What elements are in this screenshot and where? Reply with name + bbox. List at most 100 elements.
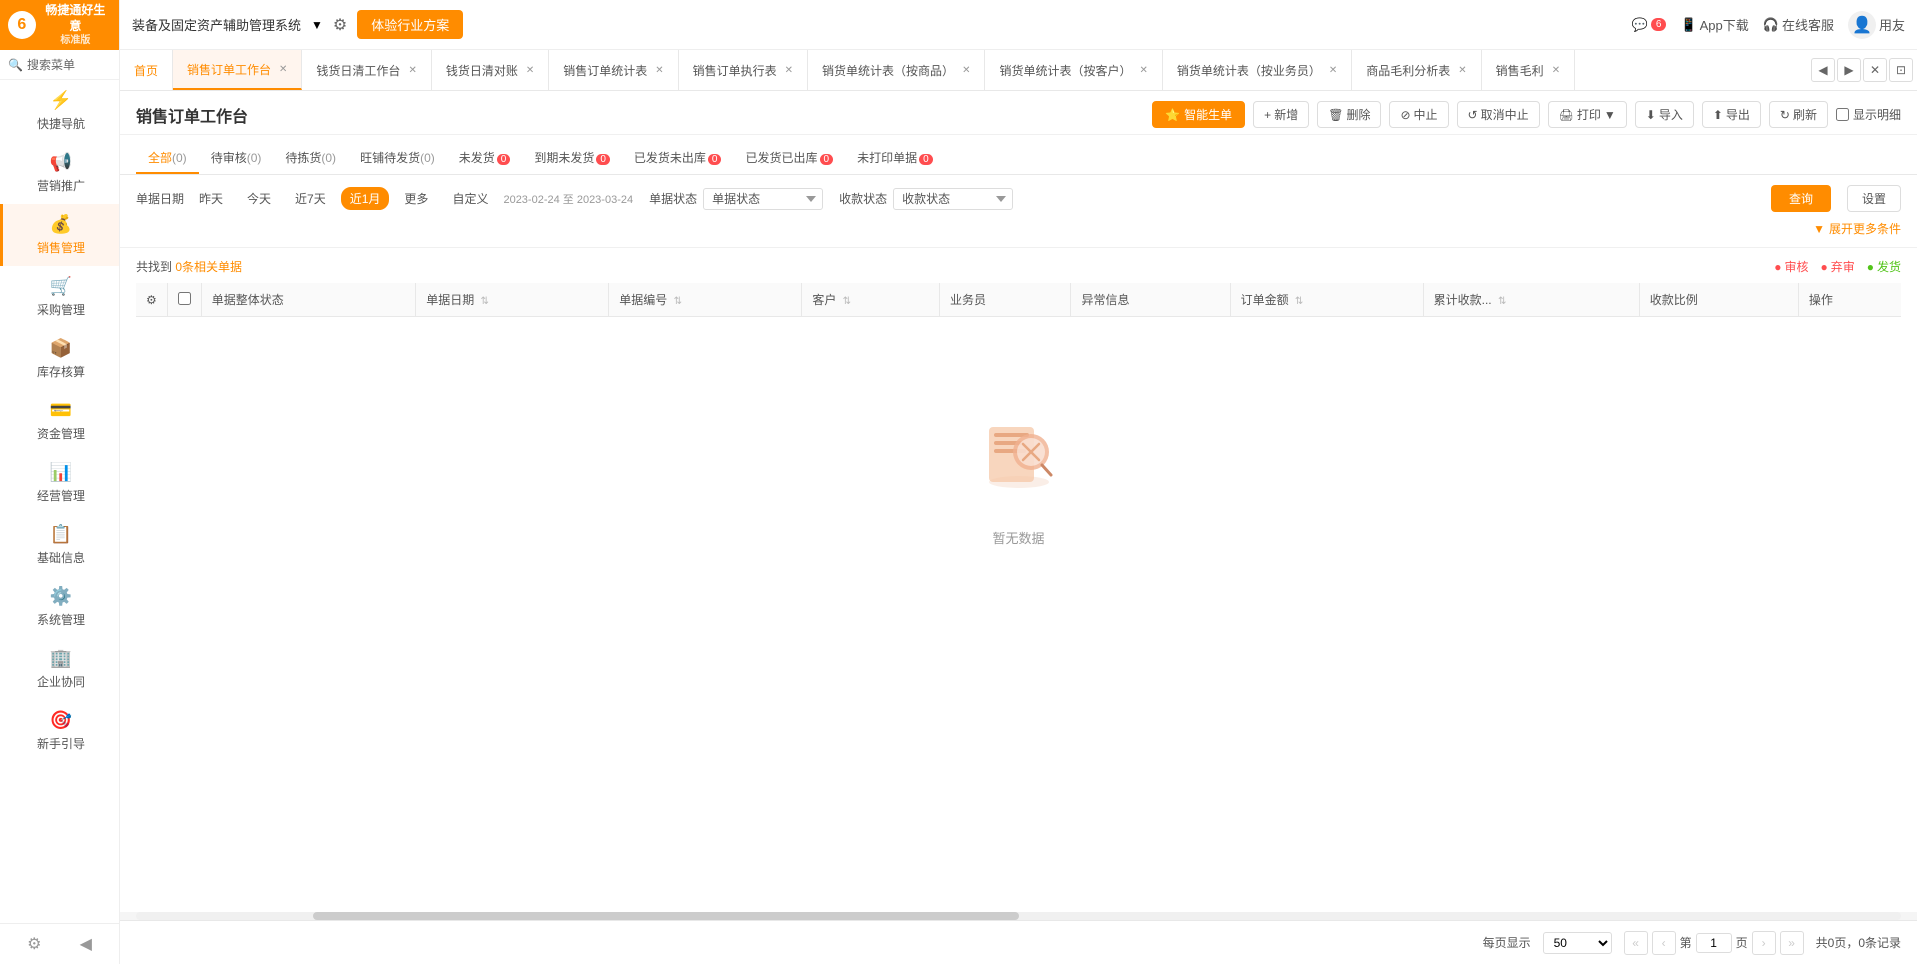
sidebar-item-marketing[interactable]: 📢 营销推广 [0, 142, 119, 204]
cancel-stop-btn[interactable]: ↺ 取消中止 [1457, 101, 1540, 128]
tab-prev-btn[interactable]: ◀ [1811, 58, 1835, 82]
export-btn[interactable]: ⬆ 导出 [1702, 101, 1761, 128]
collapse-icon[interactable]: ◀ [80, 934, 92, 954]
tab-close-icon[interactable]: ✕ [1552, 65, 1560, 76]
sort-collected-icon: ⇅ [1498, 296, 1506, 307]
date-btn-custom[interactable]: 自定义 [443, 187, 497, 210]
sidebar-item-purchase[interactable]: 🛒 采购管理 [0, 266, 119, 328]
col-customer[interactable]: 客户 ⇅ [802, 283, 940, 317]
tab-maximize-btn[interactable]: ⊡ [1889, 58, 1913, 82]
smart-generate-btn[interactable]: ⭐ 智能生单 [1152, 101, 1245, 128]
delete-btn[interactable]: 🗑 删除 [1317, 101, 1381, 128]
tab-sales-stat-staff[interactable]: 销货单统计表（按业务员） ✕ [1163, 50, 1352, 90]
sub-tab-pending-review[interactable]: 待审核(0) [199, 143, 274, 174]
date-btn-this-month[interactable]: 近1月 [341, 187, 390, 210]
industry-btn[interactable]: 体验行业方案 [357, 10, 463, 39]
settings-bottom-icon[interactable]: ⚙ [27, 934, 41, 954]
sub-tab-unshipped[interactable]: 未发货0 [447, 143, 523, 174]
page-input[interactable] [1696, 933, 1732, 953]
prev-page-btn[interactable]: ‹ [1652, 931, 1676, 955]
scrollbar-thumb[interactable] [313, 912, 1019, 920]
tab-sales-exec[interactable]: 销售订单执行表 ✕ [679, 50, 808, 90]
sub-tab-unprinted[interactable]: 未打印单据0 [845, 143, 945, 174]
sidebar-item-finance[interactable]: 💳 资金管理 [0, 390, 119, 452]
payment-select[interactable]: 收款状态 [893, 188, 1013, 210]
date-btn-today[interactable]: 今天 [238, 187, 280, 210]
tab-cash-ledger[interactable]: 钱货日清对账 ✕ [432, 50, 549, 90]
sidebar-item-inventory[interactable]: 📦 库存核算 [0, 328, 119, 390]
sub-tab-shipped-out[interactable]: 已发货已出库0 [733, 143, 845, 174]
horizontal-scrollbar[interactable] [136, 912, 1901, 920]
tab-cash-daily[interactable]: 钱货日清工作台 ✕ [302, 50, 431, 90]
show-detail-checkbox-label[interactable]: 显示明细 [1836, 106, 1901, 123]
add-btn[interactable]: + 新增 [1253, 101, 1309, 128]
sub-tab-pending-inspect[interactable]: 待拣货(0) [273, 143, 348, 174]
date-btn-yesterday[interactable]: 昨天 [190, 187, 232, 210]
status-select[interactable]: 单据状态 [703, 188, 823, 210]
tab-close-icon[interactable]: ✕ [1139, 65, 1147, 76]
refresh-btn[interactable]: ↻ 刷新 [1769, 101, 1828, 128]
col-gear-icon[interactable]: ⚙ [146, 293, 157, 307]
ship-op-btn[interactable]: ● 发货 [1867, 258, 1901, 275]
col-amount[interactable]: 订单金额 ⇅ [1230, 283, 1423, 317]
tab-close-icon[interactable]: ✕ [1329, 65, 1337, 76]
sidebar-item-quick-nav[interactable]: ⚡ 快捷导航 [0, 80, 119, 142]
select-all-checkbox[interactable] [178, 292, 191, 305]
print-btn[interactable]: 🖨 打印 ▼ [1548, 101, 1627, 128]
sidebar-item-guide[interactable]: 🎯 新手引导 [0, 700, 119, 762]
tab-gross-profit[interactable]: 商品毛利分析表 ✕ [1352, 50, 1481, 90]
col-collected[interactable]: 累计收款... ⇅ [1423, 283, 1639, 317]
tab-sales-stat-product[interactable]: 销货单统计表（按商品） ✕ [808, 50, 985, 90]
message-action[interactable]: 💬 6 [1632, 17, 1667, 33]
sidebar-item-basic-info[interactable]: 📋 基础信息 [0, 514, 119, 576]
col-number[interactable]: 单据编号 ⇅ [609, 283, 802, 317]
sub-tab-all[interactable]: 全部(0) [136, 143, 199, 174]
query-btn[interactable]: 查询 [1771, 185, 1831, 212]
tab-close-icon[interactable]: ✕ [655, 65, 663, 76]
col-staff[interactable]: 业务员 [940, 283, 1071, 317]
user-action[interactable]: 👤 用友 [1848, 11, 1905, 39]
tab-sales-workbench[interactable]: 销售订单工作台 ✕ [173, 50, 302, 90]
import-btn[interactable]: ⬇ 导入 [1635, 101, 1694, 128]
sidebar-item-system[interactable]: ⚙️ 系统管理 [0, 576, 119, 638]
tab-label: 钱货日清对账 [446, 62, 518, 79]
tab-close-all-btn[interactable]: ✕ [1863, 58, 1887, 82]
online-service-action[interactable]: 🎧 在线客服 [1763, 15, 1834, 34]
sidebar-item-operations[interactable]: 📊 经营管理 [0, 452, 119, 514]
quick-nav-icon: ⚡ [50, 90, 72, 111]
tab-close-icon[interactable]: ✕ [526, 65, 534, 76]
sidebar-item-enterprise[interactable]: 🏢 企业协同 [0, 638, 119, 700]
tab-sales-increase[interactable]: 销售毛利 ✕ [1482, 50, 1575, 90]
first-page-btn[interactable]: « [1624, 931, 1648, 955]
tab-sales-stat[interactable]: 销售订单统计表 ✕ [549, 50, 678, 90]
cancel-review-op-btn[interactable]: ● 弃审 [1820, 258, 1854, 275]
sidebar-item-sales[interactable]: 💰 销售管理 [0, 204, 119, 266]
date-btn-more[interactable]: 更多 [395, 187, 437, 210]
sidebar-item-search[interactable]: 🔍 搜索菜单 [0, 50, 119, 80]
topbar-gear-icon[interactable]: ⚙ [333, 15, 347, 35]
sub-tab-wangpu-ship[interactable]: 旺铺待发货(0) [348, 143, 447, 174]
page-size-select[interactable]: 10 20 50 100 [1543, 932, 1612, 954]
show-detail-checkbox[interactable] [1836, 108, 1849, 121]
last-page-btn[interactable]: » [1780, 931, 1804, 955]
date-btn-last7[interactable]: 近7天 [286, 187, 335, 210]
sidebar-label: 采购管理 [37, 301, 85, 318]
sub-tab-shipped-not-out[interactable]: 已发货未出库0 [622, 143, 734, 174]
stop-btn[interactable]: ⊘ 中止 [1389, 101, 1448, 128]
col-date[interactable]: 单据日期 ⇅ [416, 283, 609, 317]
tab-home[interactable]: 首页 [120, 50, 173, 90]
set-btn[interactable]: 设置 [1847, 185, 1901, 212]
review-op-btn[interactable]: ● 审核 [1774, 258, 1808, 275]
tab-close-icon[interactable]: ✕ [785, 65, 793, 76]
expand-filter-btn[interactable]: ▼ 展开更多条件 [1813, 220, 1901, 237]
next-page-btn[interactable]: › [1752, 931, 1776, 955]
tab-close-icon[interactable]: ✕ [962, 65, 970, 76]
sub-tab-expired-unshipped[interactable]: 到期未发货0 [522, 143, 622, 174]
app-download-action[interactable]: 📱 App下载 [1680, 15, 1748, 34]
tab-close-icon[interactable]: ✕ [279, 64, 287, 75]
tab-sales-stat-customer[interactable]: 销货单统计表（按客户） ✕ [985, 50, 1162, 90]
tab-close-icon[interactable]: ✕ [1458, 65, 1466, 76]
finance-icon: 💳 [50, 400, 72, 421]
tab-next-btn[interactable]: ▶ [1837, 58, 1861, 82]
tab-close-icon[interactable]: ✕ [408, 65, 416, 76]
